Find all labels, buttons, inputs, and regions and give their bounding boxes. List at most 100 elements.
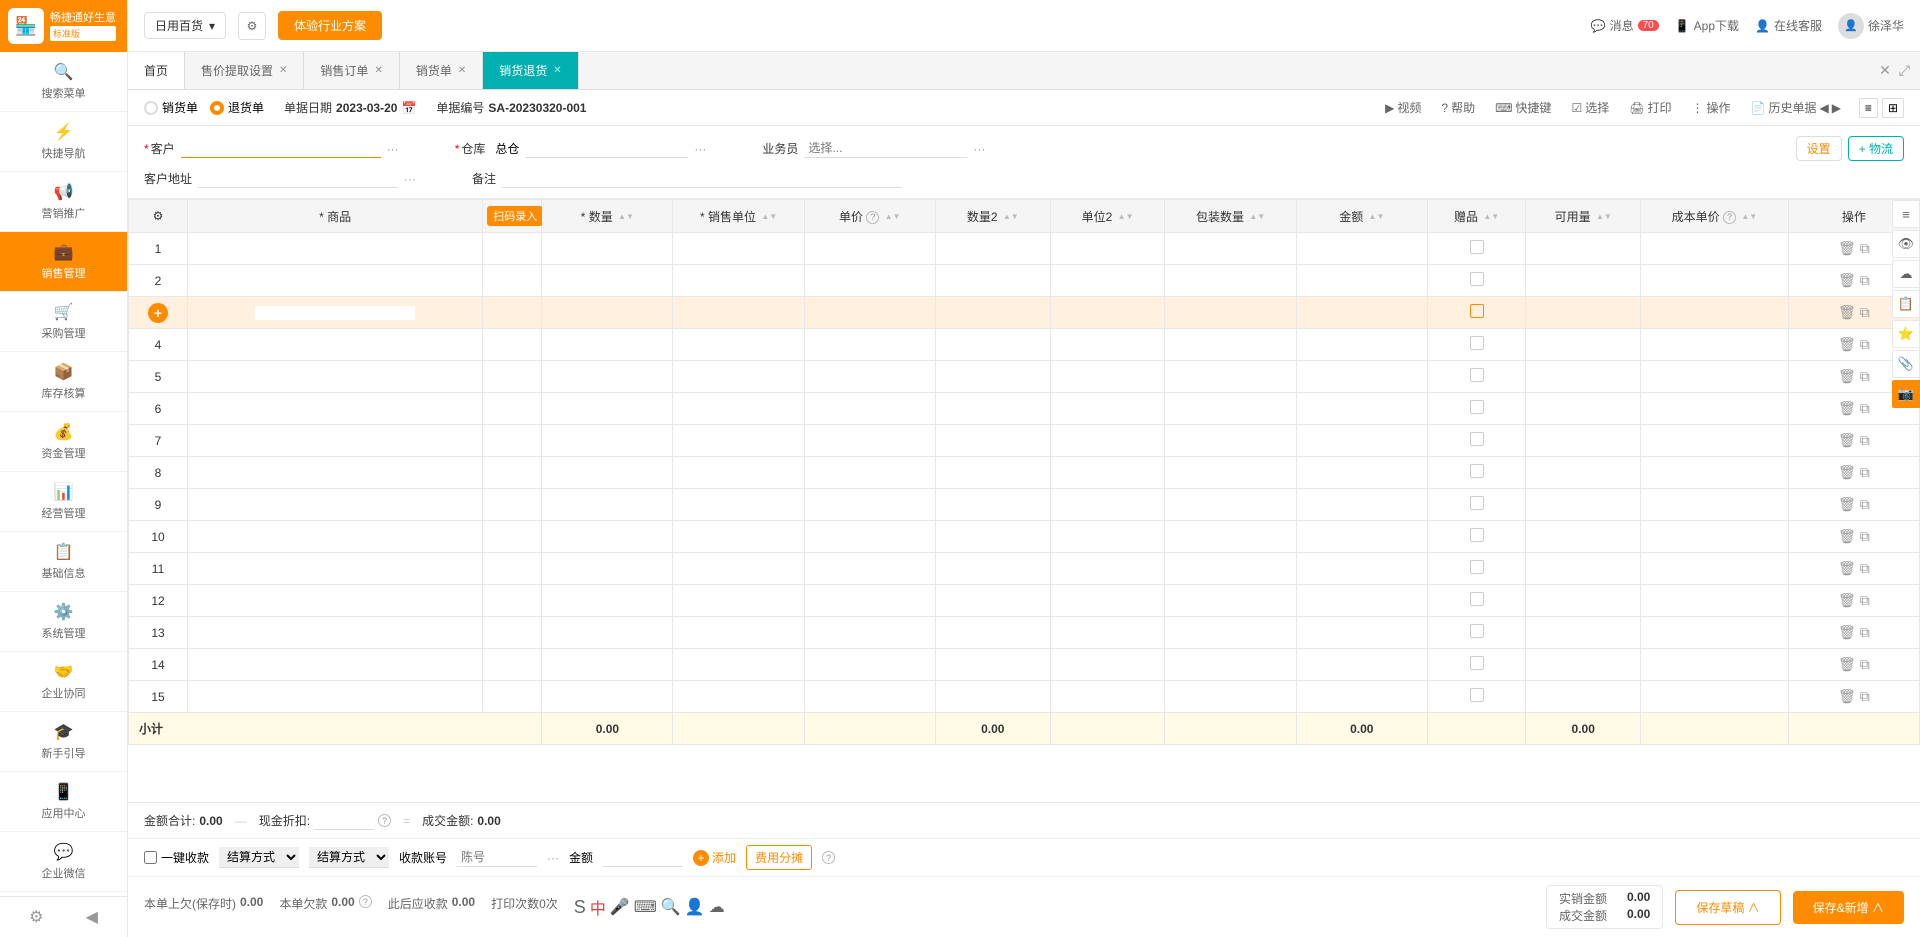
cost-sort-icon[interactable]: ▲▼ — [1741, 213, 1757, 221]
delete-row-btn[interactable]: 🗑 — [1836, 302, 1858, 323]
data-cell[interactable] — [935, 585, 1050, 617]
amount-input[interactable] — [603, 848, 683, 867]
sidebar-item-system[interactable]: ⚙️ 系统管理 — [0, 592, 127, 652]
data-cell[interactable] — [542, 617, 673, 649]
copy-row-btn[interactable]: ⧉ — [1858, 590, 1872, 611]
delete-row-btn[interactable]: 🗑 — [1836, 462, 1858, 483]
copy-row-btn[interactable]: ⧉ — [1858, 558, 1872, 579]
pkg-sort-icon[interactable]: ▲▼ — [1249, 213, 1265, 221]
address-more-btn[interactable]: ··· — [404, 172, 416, 186]
gift-checkbox[interactable] — [1470, 656, 1484, 670]
goods-cell[interactable] — [188, 489, 483, 521]
data-cell[interactable] — [542, 489, 673, 521]
warehouse-input[interactable] — [525, 139, 688, 158]
copy-row-btn[interactable]: ⧉ — [1858, 526, 1872, 547]
data-cell[interactable] — [1165, 585, 1296, 617]
gift-cell[interactable] — [1427, 425, 1525, 457]
one-click-payment-checkbox[interactable]: 一键收款 — [144, 849, 209, 866]
float-btn-4[interactable]: 📋 — [1892, 290, 1920, 318]
data-cell[interactable] — [673, 393, 804, 425]
data-cell[interactable] — [542, 521, 673, 553]
gift-checkbox[interactable] — [1470, 272, 1484, 286]
float-btn-1[interactable]: ≡ — [1892, 200, 1920, 228]
sidebar-settings-btn[interactable]: ⚙ — [27, 905, 45, 929]
data-cell[interactable] — [935, 489, 1050, 521]
data-cell[interactable] — [1296, 489, 1427, 521]
data-cell[interactable] — [1165, 297, 1296, 329]
data-cell[interactable] — [542, 233, 673, 265]
messages-btn[interactable]: 💬 消息 70 — [1591, 17, 1659, 34]
cost-cell[interactable] — [1641, 329, 1789, 361]
settlement-select[interactable]: 结算方式 — [219, 847, 299, 868]
goods-cell[interactable] — [188, 521, 483, 553]
save-new-btn[interactable]: 保存&新增 ∧ — [1793, 891, 1904, 924]
account-more-btn[interactable]: ··· — [547, 851, 559, 865]
data-cell[interactable] — [1296, 521, 1427, 553]
data-cell[interactable] — [935, 361, 1050, 393]
tab-return[interactable]: 销货退货 ✕ — [483, 52, 578, 89]
gift-checkbox[interactable] — [1470, 368, 1484, 382]
gift-cell[interactable] — [1427, 457, 1525, 489]
avail-cell[interactable] — [1526, 681, 1641, 713]
data-cell[interactable] — [804, 329, 935, 361]
data-cell[interactable] — [1050, 489, 1165, 521]
data-cell[interactable] — [483, 393, 542, 425]
avail-cell[interactable] — [1526, 361, 1641, 393]
data-cell[interactable] — [804, 425, 935, 457]
data-cell[interactable] — [1165, 457, 1296, 489]
fee-info-icon[interactable]: ? — [822, 851, 835, 864]
history-btn[interactable]: 📄 历史单据 ◀ ▶ — [1744, 96, 1846, 119]
data-cell[interactable] — [804, 361, 935, 393]
gift-checkbox[interactable] — [1470, 688, 1484, 702]
delete-row-btn[interactable]: 🗑 — [1836, 686, 1858, 707]
sidebar-item-wechat[interactable]: 💬 企业微信 — [0, 832, 127, 892]
sidebar-item-enterprise[interactable]: 🤝 企业协同 — [0, 652, 127, 712]
data-cell[interactable] — [935, 297, 1050, 329]
user-profile[interactable]: 👤 徐泽华 — [1838, 13, 1904, 39]
account-input[interactable] — [457, 848, 537, 867]
cost-cell[interactable] — [1641, 489, 1789, 521]
data-cell[interactable] — [542, 297, 673, 329]
avail-cell[interactable] — [1526, 329, 1641, 361]
data-cell[interactable] — [1050, 585, 1165, 617]
gift-cell[interactable] — [1427, 553, 1525, 585]
data-cell[interactable] — [1165, 393, 1296, 425]
gift-checkbox[interactable] — [1470, 592, 1484, 606]
data-cell[interactable] — [935, 521, 1050, 553]
history-next-icon[interactable]: ▶ — [1832, 101, 1841, 115]
cost-cell[interactable] — [1641, 393, 1789, 425]
data-cell[interactable] — [935, 393, 1050, 425]
unit-sort-icon[interactable]: ▲▼ — [761, 213, 777, 221]
salesman-input[interactable] — [804, 139, 967, 158]
float-btn-2[interactable]: 👁 — [1892, 230, 1920, 258]
tab-home[interactable]: 首页 — [128, 52, 185, 89]
doc-date-value[interactable]: 2023-03-20 — [336, 101, 397, 115]
data-cell[interactable] — [1165, 649, 1296, 681]
sidebar-collapse-btn[interactable]: ◀ — [84, 905, 100, 929]
goods-cell[interactable] — [188, 585, 483, 617]
gift-sort-icon[interactable]: ▲▼ — [1483, 213, 1499, 221]
avail-cell[interactable] — [1526, 233, 1641, 265]
data-cell[interactable] — [483, 585, 542, 617]
gift-cell[interactable] — [1427, 361, 1525, 393]
gift-cell[interactable] — [1427, 233, 1525, 265]
float-btn-6[interactable]: 📎 — [1892, 350, 1920, 378]
goods-cell[interactable] — [188, 553, 483, 585]
data-cell[interactable] — [1050, 521, 1165, 553]
data-cell[interactable] — [673, 329, 804, 361]
qty2-sort-icon[interactable]: ▲▼ — [1003, 213, 1019, 221]
tab-return-close[interactable]: ✕ — [553, 65, 561, 76]
data-cell[interactable] — [483, 489, 542, 521]
unit2-sort-icon[interactable]: ▲▼ — [1118, 213, 1134, 221]
avail-cell[interactable] — [1526, 393, 1641, 425]
data-cell[interactable] — [673, 425, 804, 457]
data-cell[interactable] — [1296, 649, 1427, 681]
float-btn-3[interactable]: ☁ — [1892, 260, 1920, 288]
delete-row-btn[interactable]: 🗑 — [1836, 494, 1858, 515]
goods-cell[interactable] — [188, 425, 483, 457]
delete-row-btn[interactable]: 🗑 — [1836, 270, 1858, 291]
goods-cell[interactable] — [188, 361, 483, 393]
one-click-payment-input[interactable] — [144, 851, 157, 864]
avail-cell[interactable] — [1526, 489, 1641, 521]
data-cell[interactable] — [935, 457, 1050, 489]
